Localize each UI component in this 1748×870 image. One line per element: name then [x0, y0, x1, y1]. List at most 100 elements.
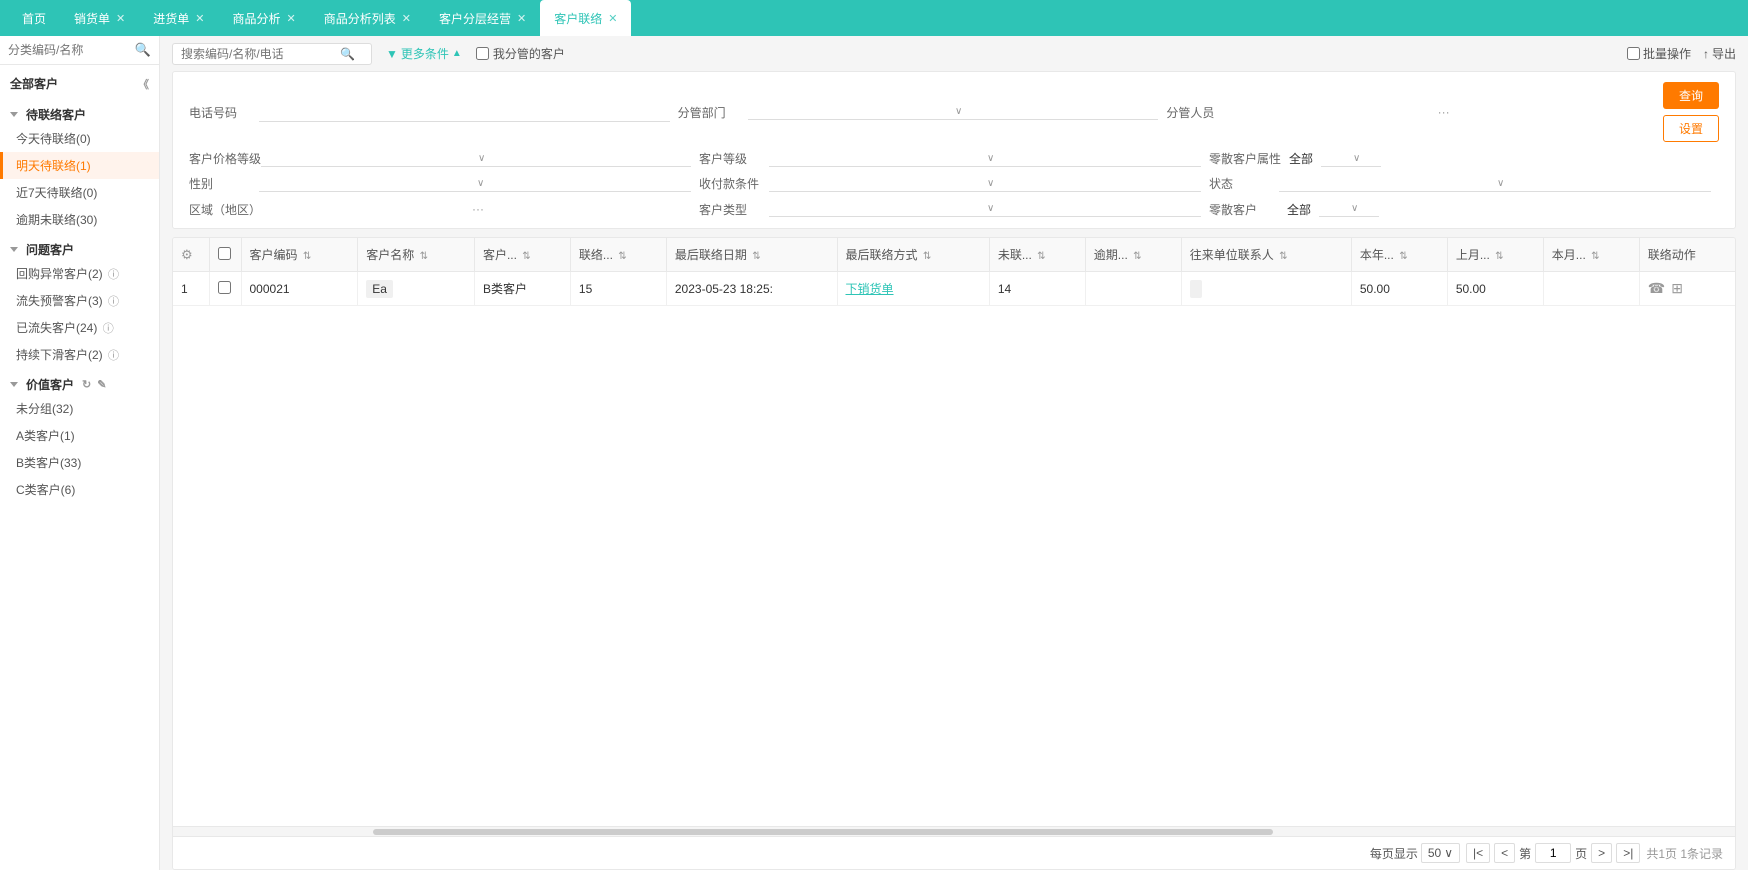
prev-page-btn[interactable]: <	[1494, 843, 1515, 863]
pagination: 每页显示 50 ∨ |< < 第 页 > >| 共1页 1条记录	[173, 836, 1735, 869]
phone-icon[interactable]: ☎	[1648, 280, 1665, 297]
close-icon[interactable]: ✕	[402, 12, 411, 25]
sort-icon[interactable]: ⇅	[1133, 251, 1141, 262]
sidebar-item-today[interactable]: 今天待联络(0)	[0, 125, 159, 152]
nav-analysis-list[interactable]: 商品分析列表 ✕	[310, 0, 425, 36]
sort-icon[interactable]: ⇅	[522, 251, 530, 262]
sidebar-all-customers[interactable]: 全部客户 《	[0, 69, 159, 98]
table-row: 1 000021 Ea B类客户 15 2023-05-23 18:25:	[173, 272, 1735, 306]
batch-op-btn[interactable]: 批量操作	[1627, 45, 1691, 62]
value-level-select[interactable]: ∨	[261, 151, 691, 167]
sidebar-search-icon[interactable]: 🔍	[135, 42, 151, 58]
sort-icon[interactable]: ⇅	[1279, 251, 1287, 262]
gear-icon[interactable]: ⚙	[181, 247, 193, 262]
nav-purchase[interactable]: 进货单 ✕	[139, 0, 218, 36]
scroll-thumb[interactable]	[373, 829, 1273, 835]
sidebar-item-churned[interactable]: 已流失客户(24) ⓘ	[0, 314, 159, 341]
sidebar-item-abnormal[interactable]: 回购异常客户(2) ⓘ	[0, 260, 159, 287]
area-select[interactable]: ···	[261, 200, 691, 218]
close-icon[interactable]: ✕	[608, 12, 617, 25]
chevron-down-icon: ∨	[987, 178, 1201, 189]
arrow-down-icon	[10, 247, 18, 252]
cell-contact-count: 15	[570, 272, 666, 306]
sidebar-item-class-a[interactable]: A类客户(1)	[0, 422, 159, 449]
close-icon[interactable]: ✕	[517, 12, 526, 25]
person-select[interactable]: ···	[1236, 103, 1647, 121]
nav-home[interactable]: 首页	[8, 0, 60, 36]
sidebar-item-declining[interactable]: 持续下滑客户(2) ⓘ	[0, 341, 159, 368]
sidebar-section-problem: 问题客户	[0, 237, 159, 260]
sidebar-item-tomorrow[interactable]: 明天待联络(1)	[0, 152, 159, 179]
sidebar-search-input[interactable]	[8, 43, 131, 57]
nav-analysis[interactable]: 商品分析 ✕	[218, 0, 309, 36]
chevron-down-icon: ∨	[477, 178, 691, 189]
sidebar-item-class-c[interactable]: C类客户(6)	[0, 476, 159, 503]
customer-type-select[interactable]: ∨	[769, 201, 1201, 217]
sidebar-item-class-b[interactable]: B类客户(33)	[0, 449, 159, 476]
contact-method-link[interactable]: 下销货单	[846, 282, 894, 296]
sort-icon[interactable]: ⇅	[1037, 251, 1045, 262]
sort-icon[interactable]: ⇅	[420, 251, 428, 262]
page-input[interactable]	[1535, 843, 1571, 863]
horizontal-scrollbar[interactable]	[173, 826, 1735, 836]
set-button[interactable]: 设置	[1663, 115, 1719, 142]
batch-checkbox[interactable]	[1627, 47, 1640, 60]
col-customer-type: 客户... ⇅	[474, 238, 570, 272]
more-icon[interactable]: ···	[472, 202, 683, 216]
row-checkbox[interactable]	[218, 281, 231, 294]
payment-select[interactable]: ∨	[769, 176, 1201, 192]
sort-icon[interactable]: ⇅	[1495, 251, 1503, 262]
action-icons: ☎ ⊞	[1648, 280, 1727, 297]
retail-attr-select[interactable]: ∨	[1321, 151, 1381, 167]
search-icon[interactable]: 🔍	[340, 47, 355, 61]
sort-icon[interactable]: ⇅	[303, 251, 311, 262]
chevron-down-icon: ∨	[1497, 178, 1711, 189]
chevron-up-icon: ▲	[452, 48, 462, 59]
select-all-checkbox[interactable]	[218, 247, 231, 260]
customer-level-select[interactable]: ∨	[769, 151, 1201, 167]
col-last-contact-method: 最后联络方式 ⇅	[837, 238, 989, 272]
col-customer-name: 客户名称 ⇅	[358, 238, 475, 272]
nav-sales[interactable]: 销货单 ✕	[60, 0, 139, 36]
table-wrapper[interactable]: ⚙ 客户编码 ⇅ 客户名称 ⇅	[173, 238, 1735, 826]
sidebar-item-ungrouped[interactable]: 未分组(32)	[0, 395, 159, 422]
retail-customer-select[interactable]: ∨	[1319, 201, 1379, 217]
dept-select[interactable]: ∨	[748, 104, 1159, 120]
grid-icon[interactable]: ⊞	[1671, 280, 1683, 297]
last-page-btn[interactable]: >|	[1616, 843, 1640, 863]
cell-customer-type: B类客户	[474, 272, 570, 306]
close-icon[interactable]: ✕	[287, 12, 296, 25]
chevron-down-icon: ∨	[1353, 153, 1381, 164]
first-page-btn[interactable]: |<	[1466, 843, 1490, 863]
phone-input[interactable]	[259, 103, 670, 122]
close-icon[interactable]: ✕	[116, 12, 125, 25]
filter-more-btn[interactable]: ▼ 更多条件 ▲	[380, 42, 468, 65]
col-this-year: 本年... ⇅	[1351, 238, 1447, 272]
col-last-month: 上月... ⇅	[1447, 238, 1543, 272]
more-icon[interactable]: ···	[1438, 105, 1639, 119]
nav-customer-contact[interactable]: 客户联络 ✕	[540, 0, 631, 36]
gender-select[interactable]: ∨	[259, 176, 691, 192]
col-overdue: 逾期... ⇅	[1085, 238, 1181, 272]
edit-icon[interactable]: ✎	[97, 378, 106, 391]
export-btn[interactable]: ↑ 导出	[1703, 45, 1736, 62]
my-customers-filter[interactable]: 我分管的客户	[476, 45, 565, 62]
sidebar-item-7days[interactable]: 近7天待联络(0)	[0, 179, 159, 206]
query-button[interactable]: 查询	[1663, 82, 1719, 109]
sort-icon[interactable]: ⇅	[618, 251, 626, 262]
sort-icon[interactable]: ⇅	[1399, 251, 1407, 262]
page-size-dropdown[interactable]: 50 ∨	[1421, 843, 1460, 863]
sort-icon[interactable]: ⇅	[1591, 251, 1599, 262]
my-customers-checkbox[interactable]	[476, 47, 489, 60]
search-input[interactable]	[181, 47, 336, 61]
sort-icon[interactable]: ⇅	[752, 251, 760, 262]
sidebar-item-overdue[interactable]: 逾期未联络(30)	[0, 206, 159, 233]
nav-customer-tier[interactable]: 客户分层经营 ✕	[425, 0, 540, 36]
sort-icon[interactable]: ⇅	[923, 251, 931, 262]
next-page-btn[interactable]: >	[1591, 843, 1612, 863]
content-area: 🔍 ▼ 更多条件 ▲ 我分管的客户 批量操作 ↑ 导出	[160, 36, 1748, 870]
close-icon[interactable]: ✕	[195, 12, 204, 25]
refresh-icon[interactable]: ↻	[82, 378, 91, 391]
status-select[interactable]: ∨	[1279, 176, 1711, 192]
sidebar-item-churn-warning[interactable]: 流失预警客户(3) ⓘ	[0, 287, 159, 314]
